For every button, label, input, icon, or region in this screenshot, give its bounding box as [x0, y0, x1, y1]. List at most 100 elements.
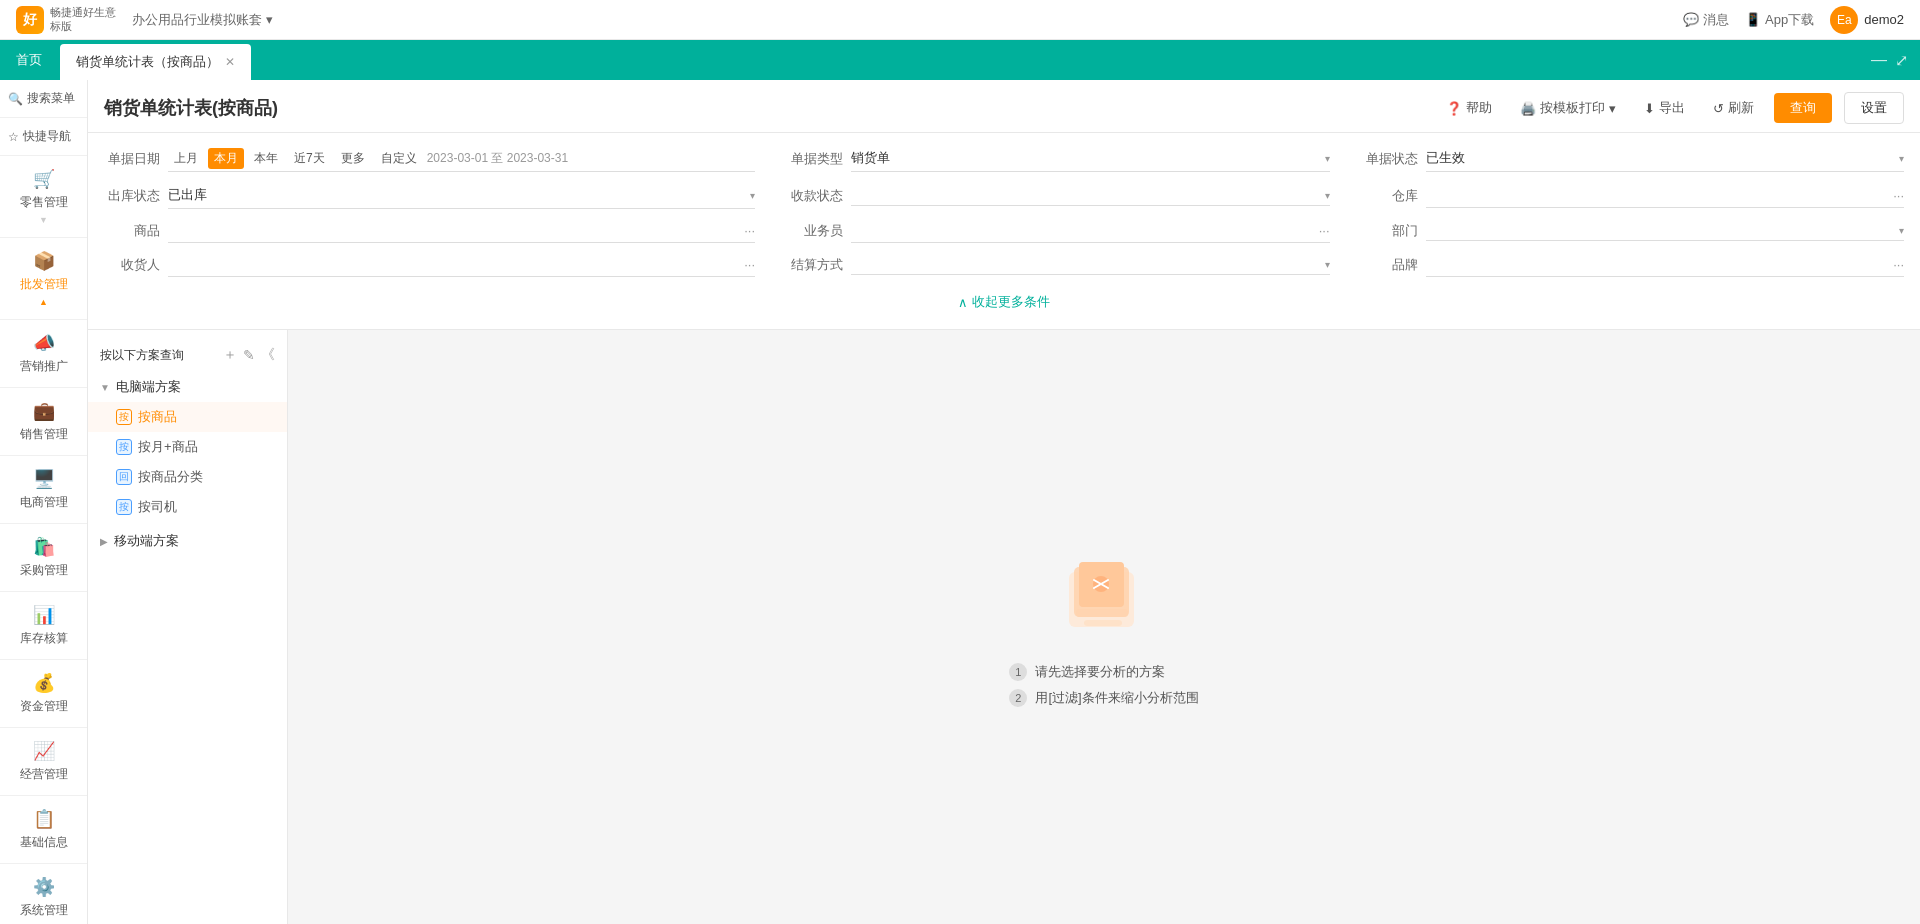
filter-employee-item: 业务员 ···: [787, 219, 1330, 243]
mobile-group-label: 移动端方案: [114, 532, 179, 550]
scheme-add-btn[interactable]: ＋: [223, 346, 237, 364]
help-btn[interactable]: ❓ 帮助: [1438, 95, 1500, 121]
filter-receiver-item: 收货人 ···: [104, 253, 755, 277]
chevron-icon: ▼: [39, 215, 48, 225]
main-layout: 🔍 搜索菜单 ☆ 快捷导航 🛒 零售管理 ▼ 📦 批发管理 ▲ 📣 营销推广 💼…: [0, 80, 1920, 924]
scheme-item-label-by-goods-category: 按商品分类: [138, 468, 203, 486]
warehouse-dots-icon: ···: [1893, 188, 1904, 203]
refresh-btn[interactable]: ↺ 刷新: [1705, 95, 1762, 121]
employee-input[interactable]: ···: [851, 219, 1330, 243]
sidebar-item-finance[interactable]: 💰 资金管理: [0, 660, 87, 728]
sidebar-item-inventory[interactable]: 📊 库存核算: [0, 592, 87, 660]
sidebar-quick-nav[interactable]: ☆ 快捷导航: [0, 118, 87, 156]
warehouse-input[interactable]: ···: [1426, 184, 1905, 208]
sidebar-item-system[interactable]: ⚙️ 系统管理: [0, 864, 87, 924]
scheme-edit-btn[interactable]: ✎: [243, 347, 255, 363]
app-download-btn[interactable]: 📱 App下载: [1745, 11, 1814, 29]
brand-label: 品牌: [1362, 256, 1418, 274]
sidebar-item-retail[interactable]: 🛒 零售管理 ▼: [0, 156, 87, 238]
scheme-item-by-cashier[interactable]: 按 按司机: [88, 492, 287, 522]
collapse-icon: ∧: [958, 295, 968, 310]
sidebar-item-ecommerce[interactable]: 🖥️ 电商管理: [0, 456, 87, 524]
marketing-icon: 📣: [33, 332, 55, 354]
tab-close-icon[interactable]: ✕: [225, 55, 235, 69]
sidebar-item-operation[interactable]: 📈 经营管理: [0, 728, 87, 796]
filter-warehouse-item: 仓库 ···: [1362, 184, 1905, 208]
receiver-dots-icon: ···: [744, 257, 755, 272]
tab-home[interactable]: 首页: [0, 40, 58, 80]
inner-layout: 按以下方案查询 ＋ ✎ 《 ▼ 电脑端方案 按 按商品: [88, 330, 1920, 924]
query-button[interactable]: 查询: [1774, 93, 1832, 123]
logo-icon: 好: [16, 6, 44, 34]
page-title: 销货单统计表(按商品): [104, 96, 278, 120]
tab-sales-stat[interactable]: 销货单统计表（按商品） ✕: [60, 44, 251, 80]
filter-outstatus-item: 出库状态 已出库 ▾: [104, 182, 755, 209]
filter-row-4: 收货人 ··· 结算方式 ▾ 品牌 ···: [104, 253, 1904, 277]
empty-svg-icon: [1054, 552, 1154, 642]
logo-text: 畅捷通好生意 标版: [50, 6, 116, 32]
print-btn[interactable]: 🖨️ 按模板打印 ▾: [1512, 95, 1624, 121]
print-chevron-icon: ▾: [1609, 101, 1616, 116]
sidebar-search[interactable]: 🔍 搜索菜单: [0, 80, 87, 118]
date-btn-custom[interactable]: 自定义: [375, 148, 423, 169]
docstatus-label: 单据状态: [1362, 150, 1418, 168]
collapse-more-btn[interactable]: ∧ 收起更多条件: [104, 287, 1904, 317]
export-btn[interactable]: ⬇ 导出: [1636, 95, 1693, 121]
scheme-group-pc: ▼ 电脑端方案 按 按商品 按 按月+商品 回 按商品分类: [88, 372, 287, 522]
outstatus-label: 出库状态: [104, 187, 160, 205]
sidebar-item-sales[interactable]: 💼 销售管理: [0, 388, 87, 456]
date-btn-current-year[interactable]: 本年: [248, 148, 284, 169]
outstatus-select[interactable]: 已出库 ▾: [168, 182, 755, 209]
user-area[interactable]: Ea demo2: [1830, 6, 1904, 34]
empty-tip-1: 1 请先选择要分析的方案: [1009, 663, 1198, 681]
message-btn[interactable]: 💬 消息: [1683, 11, 1729, 29]
filter-panel: 单据日期 上月 本月 本年 近7天 更多 自定义 2023-03-01 至 20…: [88, 133, 1920, 330]
receiver-input[interactable]: ···: [168, 253, 755, 277]
scheme-item-by-goods[interactable]: 按 按商品: [88, 402, 287, 432]
docstatus-select[interactable]: 已生效 ▾: [1426, 145, 1905, 172]
chevron-icon: ▲: [39, 297, 48, 307]
scheme-group-mobile-header[interactable]: ▶ 移动端方案: [88, 526, 287, 556]
logo-area: 好 畅捷通好生意 标版: [16, 6, 116, 34]
filter-docstatus-item: 单据状态 已生效 ▾: [1362, 145, 1905, 172]
filter-brand-item: 品牌 ···: [1362, 253, 1905, 277]
scheme-group-pc-header[interactable]: ▼ 电脑端方案: [88, 372, 287, 402]
sidebar-item-wholesale[interactable]: 📦 批发管理 ▲: [0, 238, 87, 320]
maximize-icon[interactable]: ⤢: [1895, 51, 1908, 70]
scheme-item-icon-by-month-goods: 按: [116, 439, 132, 455]
employee-label: 业务员: [787, 222, 843, 240]
paymentstatus-select[interactable]: ▾: [851, 186, 1330, 206]
scheme-item-by-month-goods[interactable]: 按 按月+商品: [88, 432, 287, 462]
date-btn-current-month[interactable]: 本月: [208, 148, 244, 169]
app-selector[interactable]: 办公用品行业模拟账套 ▾: [124, 7, 281, 33]
docstatus-chevron-icon: ▾: [1899, 153, 1904, 164]
department-select[interactable]: ▾: [1426, 221, 1905, 241]
doctype-select[interactable]: 销货单 ▾: [851, 145, 1330, 172]
star-icon: ☆: [8, 130, 19, 144]
scheme-item-label-by-goods: 按商品: [138, 408, 177, 426]
scheme-item-by-goods-category[interactable]: 回 按商品分类: [88, 462, 287, 492]
topbar-left: 好 畅捷通好生意 标版 办公用品行业模拟账套 ▾: [16, 6, 281, 34]
paymentmethod-label: 结算方式: [787, 256, 843, 274]
goods-input[interactable]: ···: [168, 219, 755, 243]
paymentstatus-label: 收款状态: [787, 187, 843, 205]
sidebar-item-marketing[interactable]: 📣 营销推广: [0, 320, 87, 388]
scheme-collapse-btn[interactable]: 《: [261, 346, 275, 364]
system-icon: ⚙️: [33, 876, 55, 898]
scheme-panel: 按以下方案查询 ＋ ✎ 《 ▼ 电脑端方案 按 按商品: [88, 330, 288, 924]
scheme-item-icon-by-cashier: 按: [116, 499, 132, 515]
sidebar-item-basic[interactable]: 📋 基础信息: [0, 796, 87, 864]
search-icon: 🔍: [8, 92, 23, 106]
date-btn-7days[interactable]: 近7天: [288, 148, 331, 169]
department-chevron-icon: ▾: [1899, 225, 1904, 236]
avatar: Ea: [1830, 6, 1858, 34]
paymentmethod-select[interactable]: ▾: [851, 255, 1330, 275]
outstatus-chevron-icon: ▾: [750, 190, 755, 201]
brand-input[interactable]: ···: [1426, 253, 1905, 277]
filter-row-1: 单据日期 上月 本月 本年 近7天 更多 自定义 2023-03-01 至 20…: [104, 145, 1904, 172]
minimize-icon[interactable]: —: [1871, 51, 1887, 69]
date-btn-prev-month[interactable]: 上月: [168, 148, 204, 169]
sidebar-item-purchase[interactable]: 🛍️ 采购管理: [0, 524, 87, 592]
date-btn-more[interactable]: 更多: [335, 148, 371, 169]
settings-button[interactable]: 设置: [1844, 92, 1904, 124]
